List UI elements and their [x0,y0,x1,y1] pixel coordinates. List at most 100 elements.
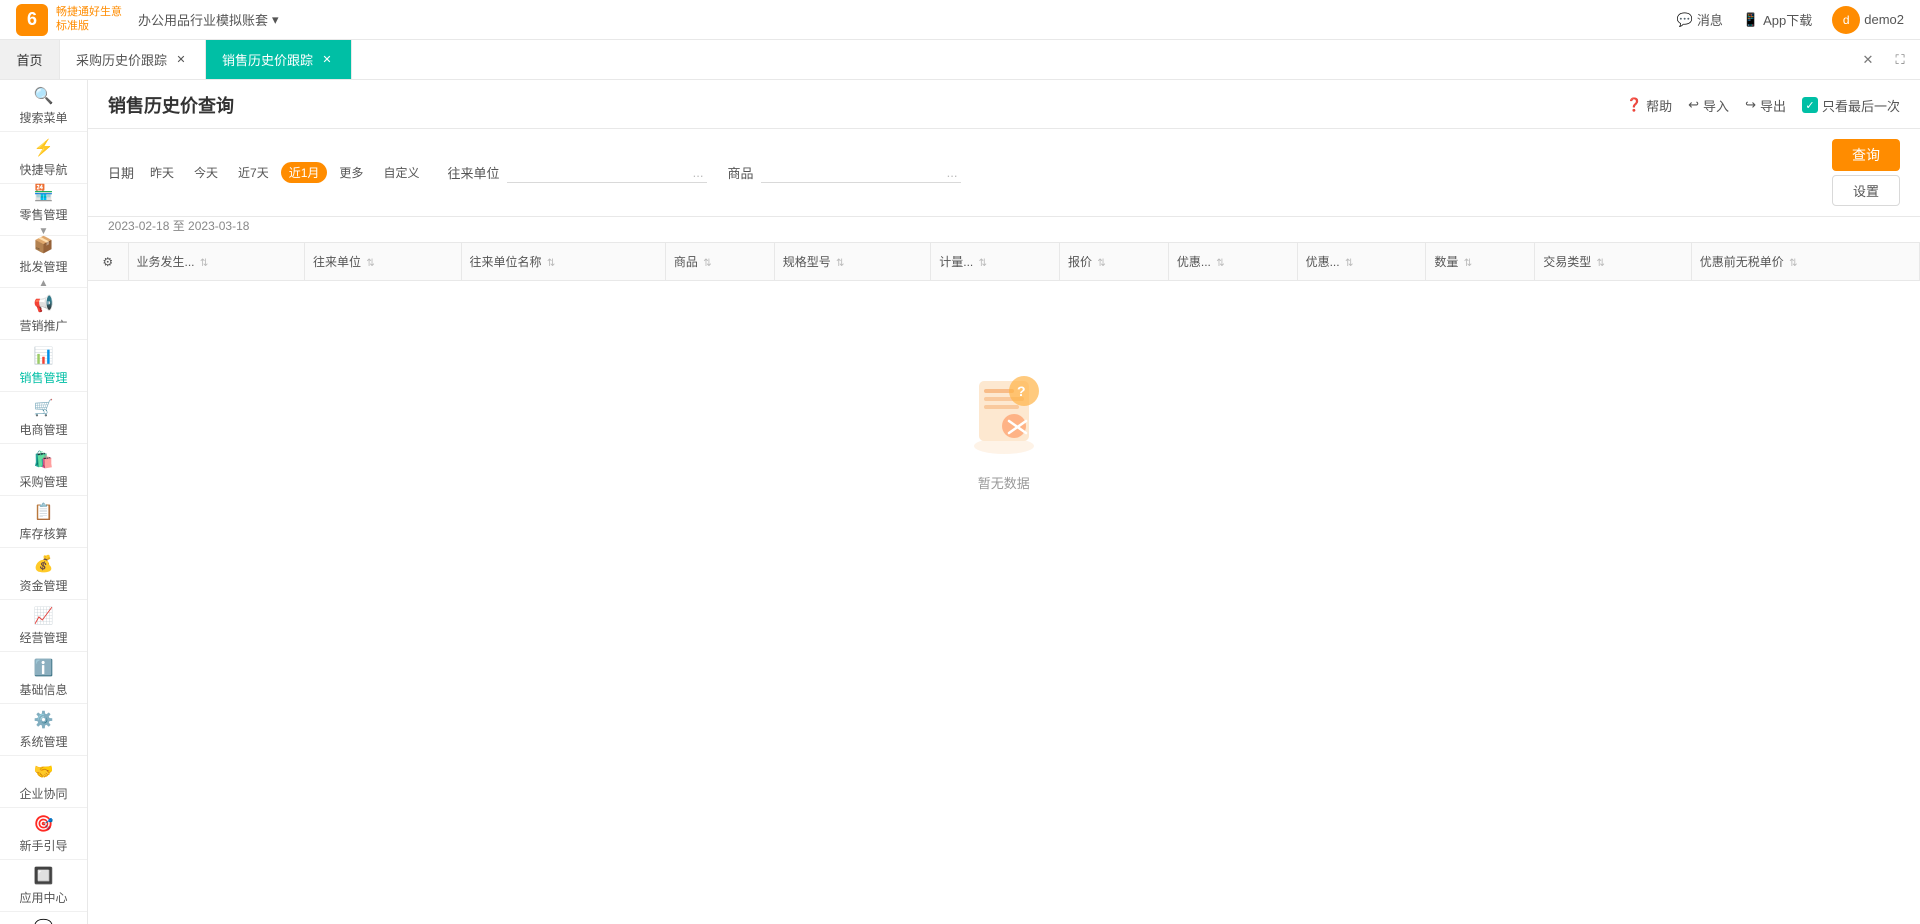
sidebar-item-wholesale[interactable]: 📦 批发管理 ▲ [0,236,87,288]
col-goods[interactable]: 商品 ⇅ [665,243,774,281]
col-unit[interactable]: 往来单位 ⇅ [304,243,461,281]
table-empty-row: ? 暂无数据 [88,281,1920,573]
empty-state: ? 暂无数据 [88,281,1920,572]
table-container: ⚙ 业务发生... ⇅ 往来单位 ⇅ 往来单位名称 ⇅ [88,243,1920,924]
export-icon: ↪ [1745,97,1756,113]
sort-arrows-trade-type: ⇅ [1597,258,1605,269]
checkbox-icon: ✓ [1802,97,1818,113]
table-header-row: ⚙ 业务发生... ⇅ 往来单位 ⇅ 往来单位名称 ⇅ [88,243,1920,281]
sort-arrows-spec: ⇅ [836,258,844,269]
help-icon: ❓ [1626,97,1642,113]
message-icon: 💬 [1677,12,1693,28]
sort-arrows-discount1: ⇅ [1216,258,1224,269]
query-button[interactable]: 查询 [1832,139,1900,171]
unit-input[interactable]: ... [507,163,707,183]
no-data-svg: ? [954,361,1054,461]
sidebar: 🔍 搜索菜单 ⚡ 快捷导航 🏪 零售管理 ▼ 📦 批发管理 ▲ 📢 营销推广 📊… [0,80,88,924]
goods-filter-label: 商品 [727,163,753,182]
sidebar-item-basic-info[interactable]: ℹ️ 基础信息 [0,652,87,704]
tab-actions: ✕ ⛶ [1848,40,1920,79]
custom-button[interactable]: 自定义 [375,162,427,183]
1month-button[interactable]: 近1月 [281,162,328,183]
message-button[interactable]: 💬 消息 [1677,10,1723,29]
main-layout: 🔍 搜索菜单 ⚡ 快捷导航 🏪 零售管理 ▼ 📦 批发管理 ▲ 📢 营销推广 📊… [0,80,1920,924]
help-button[interactable]: ❓ 帮助 [1626,96,1672,115]
goods-input[interactable]: ... [761,163,961,183]
sidebar-item-system[interactable]: ⚙️ 系统管理 [0,704,87,756]
sidebar-item-operations[interactable]: 📈 经营管理 [0,600,87,652]
today-button[interactable]: 今天 [186,162,226,183]
retail-icon: 🏪 [34,183,54,203]
settings-gear-icon: ⚙ [102,255,113,269]
sidebar-item-purchase[interactable]: 🛍️ 采购管理 [0,444,87,496]
info-icon: ℹ️ [34,658,54,678]
wechat-icon: 💬 [34,918,54,924]
tab-purchase-history[interactable]: 采购历史价跟踪 ✕ [60,40,206,79]
col-quantity[interactable]: 数量 ⇅ [1426,243,1535,281]
tab-home[interactable]: 首页 [0,40,60,79]
col-discount1[interactable]: 优惠... ⇅ [1168,243,1297,281]
search-icon: 🔍 [34,86,54,106]
col-unit-measure[interactable]: 计量... ⇅ [931,243,1060,281]
page-title: 销售历史价查询 [108,92,234,118]
col-price[interactable]: 报价 ⇅ [1060,243,1169,281]
sort-arrows-unit-name: ⇅ [547,258,555,269]
col-trade-type[interactable]: 交易类型 ⇅ [1535,243,1692,281]
goods-input-dots[interactable]: ... [947,165,958,180]
col-unit-name[interactable]: 往来单位名称 ⇅ [461,243,665,281]
more-button[interactable]: 更多 [331,162,371,183]
sort-arrows-unit: ⇅ [366,258,374,269]
yesterday-button[interactable]: 昨天 [142,162,182,183]
col-settings[interactable]: ⚙ [88,243,128,281]
sidebar-item-sales[interactable]: 📊 销售管理 [0,340,87,392]
sidebar-item-marketing[interactable]: 📢 营销推广 [0,288,87,340]
date-buttons: 昨天 今天 近7天 近1月 更多 自定义 [142,162,427,183]
col-discount2[interactable]: 优惠... ⇅ [1297,243,1426,281]
sidebar-item-inventory[interactable]: 📋 库存核算 [0,496,87,548]
app-center-icon: 🔲 [34,866,54,886]
topbar-right: 💬 消息 📱 App下载 d demo2 [1677,6,1904,34]
purchase-icon: 🛍️ [34,450,54,470]
col-spec[interactable]: 规格型号 ⇅ [774,243,931,281]
sidebar-item-wechat[interactable]: 💬 企业微信 [0,912,87,924]
date-filter-group: 日期 昨天 今天 近7天 近1月 更多 自定义 [108,162,427,183]
only-last-checkbox[interactable]: ✓ 只看最后一次 [1802,96,1900,115]
sidebar-item-app-center[interactable]: 🔲 应用中心 [0,860,87,912]
export-button[interactable]: ↪ 导出 [1745,96,1786,115]
system-icon: ⚙️ [34,710,54,730]
col-business-date[interactable]: 业务发生... ⇅ [128,243,304,281]
tab-spacer [352,40,1848,79]
operations-icon: 📈 [34,606,54,626]
close-tab-button[interactable]: ✕ [1856,48,1880,72]
sidebar-item-search[interactable]: 🔍 搜索菜单 [0,80,87,132]
empty-illustration: ? [954,361,1054,461]
tab-purchase-close-icon[interactable]: ✕ [173,52,189,68]
sort-arrows-price: ⇅ [1097,258,1105,269]
sidebar-item-ecommerce[interactable]: 🛒 电商管理 [0,392,87,444]
sidebar-item-finance[interactable]: 💰 资金管理 [0,548,87,600]
import-button[interactable]: ↩ 导入 [1688,96,1729,115]
ecommerce-icon: 🛒 [34,398,54,418]
avatar: d [1832,6,1860,34]
sort-arrows-measure: ⇅ [979,258,987,269]
sidebar-item-collaboration[interactable]: 🤝 企业协同 [0,756,87,808]
unit-input-dots[interactable]: ... [693,165,704,180]
date-range-display: 2023-02-18 至 2023-03-18 [88,217,1920,243]
col-pretax-price[interactable]: 优惠前无税单价 ⇅ [1691,243,1919,281]
sidebar-item-quick-nav[interactable]: ⚡ 快捷导航 [0,132,87,184]
settings-button[interactable]: 设置 [1832,175,1900,206]
tab-sales-close-icon[interactable]: ✕ [319,52,335,68]
app-download-button[interactable]: 📱 App下载 [1743,10,1812,29]
sidebar-item-guide[interactable]: 🎯 新手引导 [0,808,87,860]
expand-tab-button[interactable]: ⛶ [1888,48,1912,72]
tabbar: 首页 采购历史价跟踪 ✕ 销售历史价跟踪 ✕ ✕ ⛶ [0,40,1920,80]
logo-text: 畅捷通好生意 标准版 [56,6,122,32]
7days-button[interactable]: 近7天 [230,162,277,183]
sidebar-item-retail[interactable]: 🏪 零售管理 ▼ [0,184,87,236]
logo-icon: 6 [16,4,48,36]
sort-arrows-business-date: ⇅ [200,258,208,269]
tab-sales-history[interactable]: 销售历史价跟踪 ✕ [206,40,352,79]
user-menu[interactable]: d demo2 [1832,6,1904,34]
sort-arrows-discount2: ⇅ [1345,258,1353,269]
app-selector[interactable]: 办公用品行业模拟账套 ▾ [130,6,287,33]
